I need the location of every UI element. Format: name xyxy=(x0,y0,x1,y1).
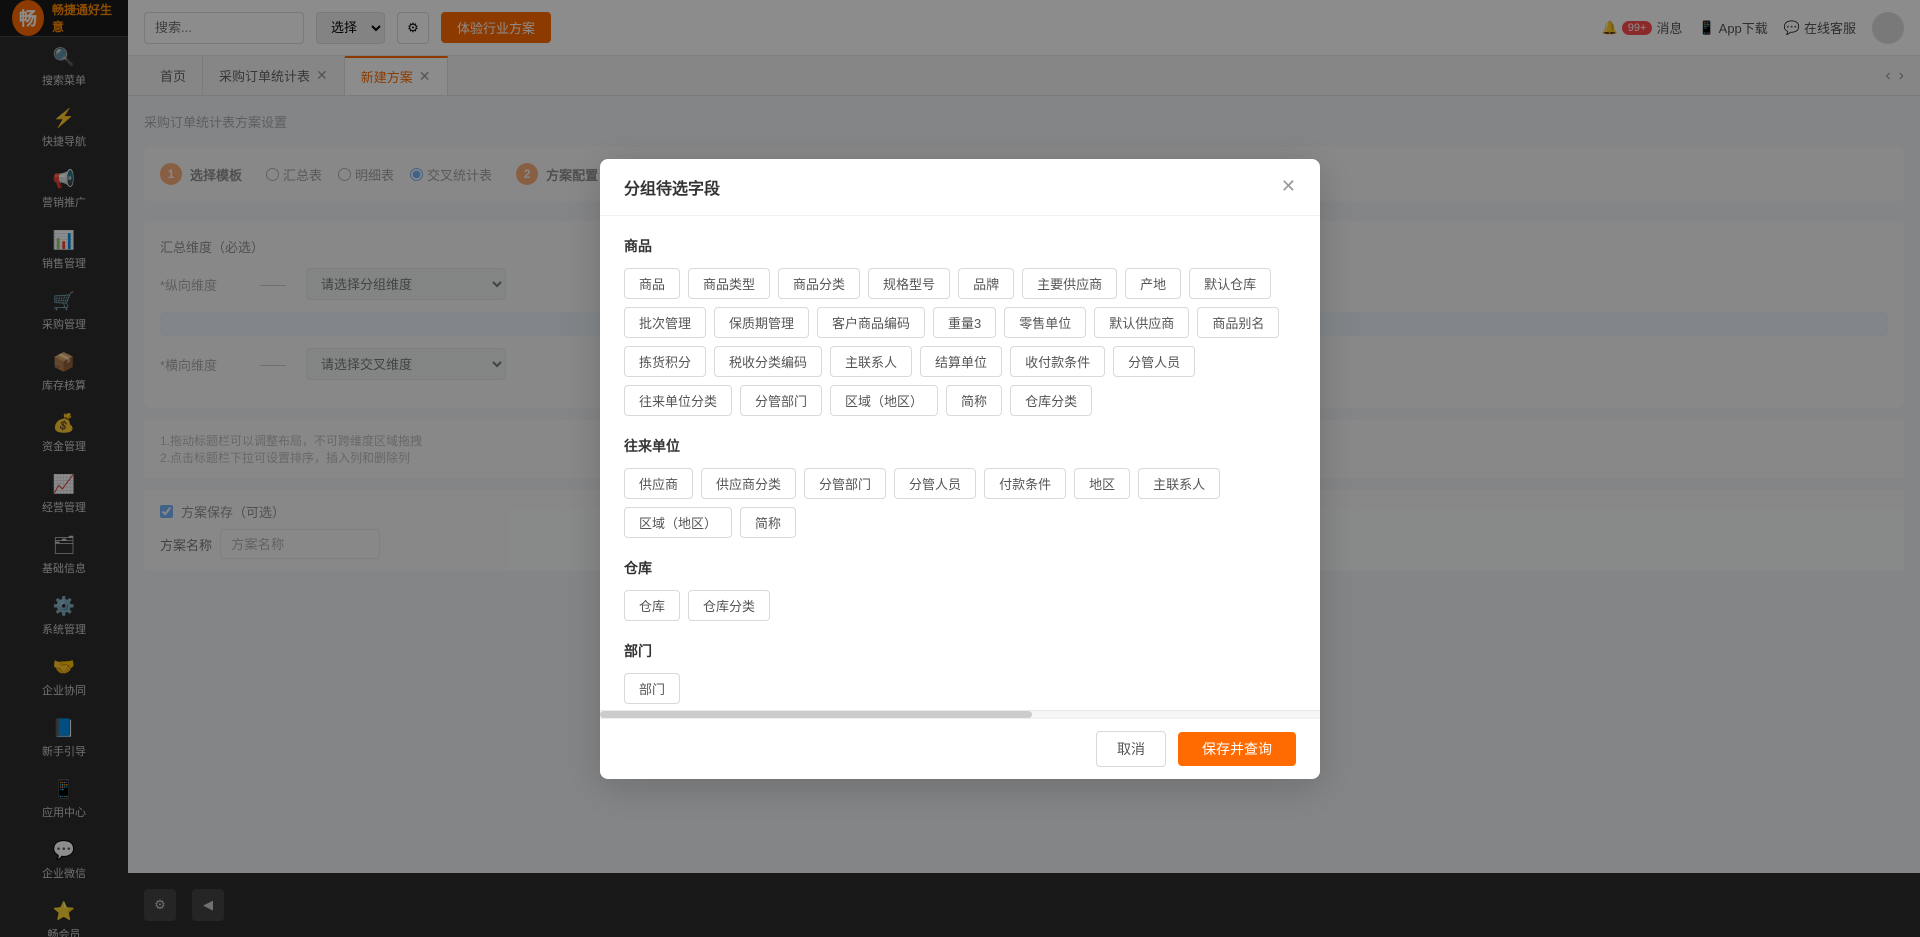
field-tag-0-3[interactable]: 规格型号 xyxy=(868,268,950,299)
field-tags-2: 仓库仓库分类 xyxy=(624,590,1296,621)
field-tag-2-0[interactable]: 仓库 xyxy=(624,590,680,621)
field-tag-0-1[interactable]: 商品类型 xyxy=(688,268,770,299)
field-section-title-0: 商品 xyxy=(624,236,1296,256)
cancel-button[interactable]: 取消 xyxy=(1096,731,1166,767)
field-section-title-2: 仓库 xyxy=(624,558,1296,578)
field-section-title-3: 部门 xyxy=(624,641,1296,661)
field-tag-0-23[interactable]: 区域（地区） xyxy=(830,385,938,416)
modal-overlay: 分组待选字段 ✕ 商品商品商品类型商品分类规格型号品牌主要供应商产地默认仓库批次… xyxy=(0,0,1920,937)
field-tag-0-25[interactable]: 仓库分类 xyxy=(1010,385,1092,416)
modal-header: 分组待选字段 ✕ xyxy=(600,159,1320,216)
field-tag-0-17[interactable]: 主联系人 xyxy=(830,346,912,377)
field-section-0: 商品商品商品类型商品分类规格型号品牌主要供应商产地默认仓库批次管理保质期管理客户… xyxy=(624,236,1296,416)
field-tag-1-8[interactable]: 简称 xyxy=(740,507,796,538)
field-section-2: 仓库仓库仓库分类 xyxy=(624,558,1296,621)
field-tags-0: 商品商品类型商品分类规格型号品牌主要供应商产地默认仓库批次管理保质期管理客户商品… xyxy=(624,268,1296,416)
modal: 分组待选字段 ✕ 商品商品商品类型商品分类规格型号品牌主要供应商产地默认仓库批次… xyxy=(600,159,1320,779)
field-tags-3: 部门 xyxy=(624,673,1296,704)
field-tag-0-22[interactable]: 分管部门 xyxy=(740,385,822,416)
field-tag-0-4[interactable]: 品牌 xyxy=(958,268,1014,299)
field-tag-0-5[interactable]: 主要供应商 xyxy=(1022,268,1117,299)
modal-hscroll-bar xyxy=(600,711,1032,718)
field-tag-0-9[interactable]: 保质期管理 xyxy=(714,307,809,338)
field-tag-1-5[interactable]: 地区 xyxy=(1074,468,1130,499)
field-tag-0-6[interactable]: 产地 xyxy=(1125,268,1181,299)
field-tag-1-2[interactable]: 分管部门 xyxy=(804,468,886,499)
field-tag-0-21[interactable]: 往来单位分类 xyxy=(624,385,732,416)
field-tag-1-7[interactable]: 区域（地区） xyxy=(624,507,732,538)
field-tag-0-0[interactable]: 商品 xyxy=(624,268,680,299)
field-tag-0-10[interactable]: 客户商品编码 xyxy=(817,307,925,338)
field-section-1: 往来单位供应商供应商分类分管部门分管人员付款条件地区主联系人区域（地区） 简称 xyxy=(624,436,1296,538)
field-tag-0-2[interactable]: 商品分类 xyxy=(778,268,860,299)
field-tag-0-18[interactable]: 结算单位 xyxy=(920,346,1002,377)
field-tag-1-3[interactable]: 分管人员 xyxy=(894,468,976,499)
field-tag-1-4[interactable]: 付款条件 xyxy=(984,468,1066,499)
field-tag-0-16[interactable]: 税收分类编码 xyxy=(714,346,822,377)
field-tag-1-1[interactable]: 供应商分类 xyxy=(701,468,796,499)
field-tag-0-15[interactable]: 拣货积分 xyxy=(624,346,706,377)
field-tags-1: 供应商供应商分类分管部门分管人员付款条件地区主联系人区域（地区） 简称 xyxy=(624,468,1296,538)
field-tag-0-7[interactable]: 默认仓库 xyxy=(1189,268,1271,299)
modal-title: 分组待选字段 xyxy=(624,175,720,199)
field-tag-2-1[interactable]: 仓库分类 xyxy=(688,590,770,621)
field-tag-3-0[interactable]: 部门 xyxy=(624,673,680,704)
modal-hscroll[interactable] xyxy=(600,710,1320,718)
field-tag-0-24[interactable]: 简称 xyxy=(946,385,1002,416)
save-query-button[interactable]: 保存并查询 xyxy=(1178,732,1296,766)
field-tag-1-6[interactable]: 主联系人 xyxy=(1138,468,1220,499)
field-tag-0-19[interactable]: 收付款条件 xyxy=(1010,346,1105,377)
field-tag-0-14[interactable]: 商品别名 xyxy=(1197,307,1279,338)
field-section-3: 部门部门 xyxy=(624,641,1296,704)
field-tag-1-0[interactable]: 供应商 xyxy=(624,468,693,499)
field-tag-0-12[interactable]: 零售单位 xyxy=(1004,307,1086,338)
field-tag-0-20[interactable]: 分管人员 xyxy=(1113,346,1195,377)
field-tag-0-13[interactable]: 默认供应商 xyxy=(1094,307,1189,338)
field-section-title-1: 往来单位 xyxy=(624,436,1296,456)
modal-body: 商品商品商品类型商品分类规格型号品牌主要供应商产地默认仓库批次管理保质期管理客户… xyxy=(600,216,1320,710)
modal-footer: 取消 保存并查询 xyxy=(600,718,1320,779)
field-tag-0-8[interactable]: 批次管理 xyxy=(624,307,706,338)
field-tag-0-11[interactable]: 重量3 xyxy=(933,307,996,338)
modal-close-button[interactable]: ✕ xyxy=(1281,176,1296,197)
